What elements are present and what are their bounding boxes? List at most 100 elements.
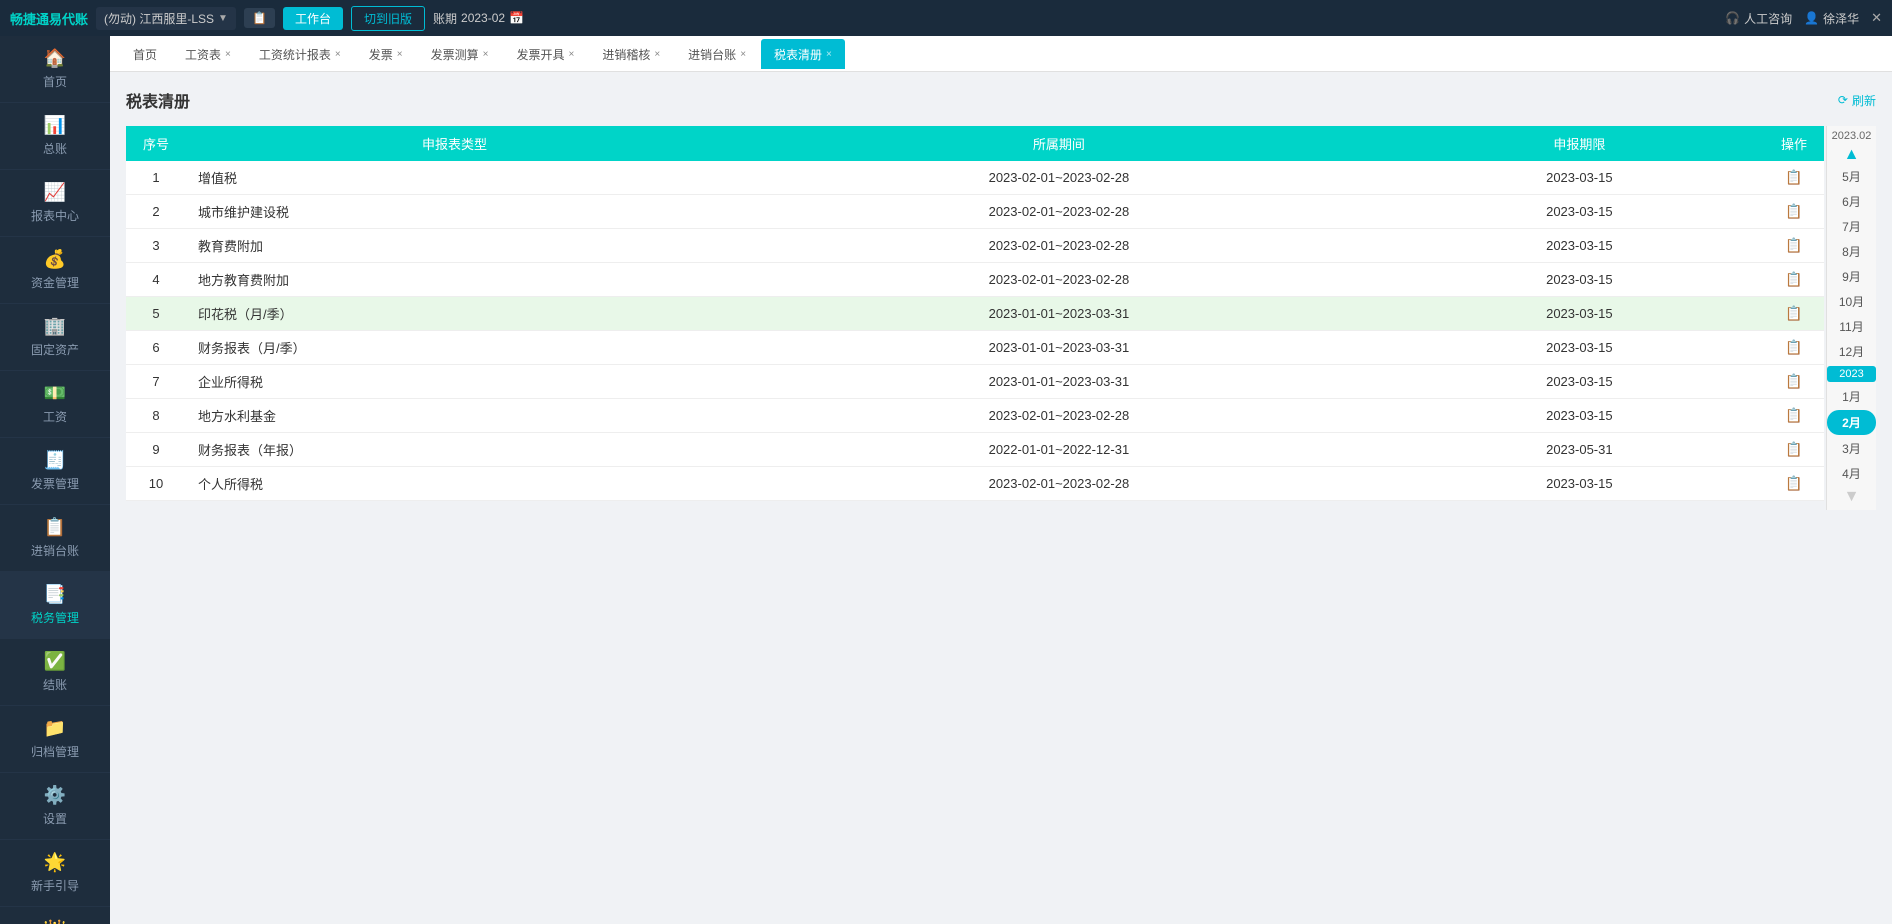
sidebar-icon-13: 👑	[44, 919, 66, 924]
row-action[interactable]: 📋	[1764, 433, 1824, 467]
row-action[interactable]: 📋	[1764, 365, 1824, 399]
row-period: 2023-01-01~2023-03-31	[723, 331, 1395, 365]
col-header-4: 操作	[1764, 126, 1824, 161]
sidebar-label-6: 发票管理	[31, 475, 79, 492]
sidebar-label-9: 结账	[43, 676, 67, 693]
row-period: 2023-02-01~2023-02-28	[723, 399, 1395, 433]
sidebar-item-税务管理[interactable]: 📑 税务管理	[0, 572, 110, 639]
date-panel-month-2023[interactable]: 3月	[1827, 436, 1876, 461]
row-index: 10	[126, 467, 186, 501]
tab-工资表[interactable]: 工资表×	[172, 39, 244, 69]
date-panel-month-2023[interactable]: 2月	[1827, 410, 1876, 435]
tab-close-1[interactable]: ×	[225, 49, 231, 60]
headset-icon: 🎧	[1725, 11, 1740, 25]
tab-发票测算[interactable]: 发票测算 ×	[418, 39, 502, 69]
date-panel-month-2023[interactable]: 1月	[1827, 384, 1876, 409]
tab-close-8[interactable]: ×	[826, 49, 832, 60]
sidebar-item-畅会员[interactable]: 👑 畅会员	[0, 907, 110, 924]
row-period: 2023-02-01~2023-02-28	[723, 467, 1395, 501]
close-window-icon[interactable]: ✕	[1871, 10, 1882, 26]
switch-old-button[interactable]: 切到旧版	[351, 6, 425, 31]
date-panel-month[interactable]: 10月	[1827, 289, 1876, 314]
col-header-0: 序号	[126, 126, 186, 161]
sidebar-item-总账[interactable]: 📊 总账	[0, 103, 110, 170]
sidebar: 🏠 首页📊 总账📈 报表中心💰 资金管理🏢 固定资产💵 工资🧾 发票管理📋 进销…	[0, 36, 110, 924]
refresh-button[interactable]: ⟳ 刷新	[1838, 92, 1876, 109]
row-deadline: 2023-03-15	[1395, 365, 1764, 399]
tab-close-5[interactable]: ×	[568, 49, 574, 60]
date-panel-month[interactable]: 7月	[1827, 214, 1876, 239]
date-panel-month-2023[interactable]: 4月	[1827, 461, 1876, 486]
tab-close-3[interactable]: ×	[397, 49, 403, 60]
sidebar-item-工资[interactable]: 💵 工资	[0, 371, 110, 438]
tab-label-7: 进销台账	[688, 46, 736, 63]
sidebar-icon-0: 🏠	[44, 48, 66, 69]
top-bar: 畅捷通易代账 (勿动) 江西服里-LSS ▼ 📋 工作台 切到旧版 账期 202…	[0, 0, 1892, 36]
calendar-icon[interactable]: 📅	[509, 11, 524, 25]
row-action[interactable]: 📋	[1764, 263, 1824, 297]
tab-工资统计报表[interactable]: 工资统计报表×	[246, 39, 354, 69]
user-menu[interactable]: 👤 徐泽华	[1804, 10, 1859, 27]
date-panel-month[interactable]: 9月	[1827, 264, 1876, 289]
row-deadline: 2023-03-15	[1395, 229, 1764, 263]
row-action[interactable]: 📋	[1764, 331, 1824, 365]
tab-close-7[interactable]: ×	[740, 49, 746, 60]
row-action[interactable]: 📋	[1764, 195, 1824, 229]
tab-进销台账[interactable]: 进销台账 ×	[675, 39, 759, 69]
row-type: 印花税（月/季）	[186, 297, 723, 331]
copy-icon-btn[interactable]: 📋	[244, 8, 275, 28]
sidebar-item-报表中心[interactable]: 📈 报表中心	[0, 170, 110, 237]
date-panel-year-2023[interactable]: 2023	[1827, 366, 1876, 382]
sidebar-label-1: 总账	[43, 140, 67, 157]
tab-label-4: 发票测算	[431, 46, 479, 63]
sidebar-item-进销台账[interactable]: 📋 进销台账	[0, 505, 110, 572]
row-type: 增值税	[186, 161, 723, 195]
date-panel-month[interactable]: 11月	[1827, 314, 1876, 339]
row-deadline: 2023-03-15	[1395, 161, 1764, 195]
workbench-button[interactable]: 工作台	[283, 7, 343, 30]
sidebar-icon-6: 🧾	[44, 450, 66, 471]
sidebar-icon-4: 🏢	[44, 316, 66, 337]
table-row: 9财务报表（年报）2022-01-01~2022-12-312023-05-31…	[126, 433, 1824, 467]
tab-close-6[interactable]: ×	[654, 49, 660, 60]
row-action[interactable]: 📋	[1764, 297, 1824, 331]
row-deadline: 2023-03-15	[1395, 297, 1764, 331]
tab-税表清册[interactable]: 税表清册×	[761, 39, 845, 69]
sidebar-item-结账[interactable]: ✅ 结账	[0, 639, 110, 706]
row-action[interactable]: 📋	[1764, 229, 1824, 263]
row-action[interactable]: 📋	[1764, 467, 1824, 501]
top-bar-right: 🎧 人工咨询 👤 徐泽华 ✕	[1725, 10, 1882, 27]
sidebar-item-资金管理[interactable]: 💰 资金管理	[0, 237, 110, 304]
sidebar-item-新手引导[interactable]: 🌟 新手引导	[0, 840, 110, 907]
date-panel-month[interactable]: 8月	[1827, 239, 1876, 264]
table-row: 1增值税2023-02-01~2023-02-282023-03-15📋	[126, 161, 1824, 195]
tab-首页[interactable]: 首页	[120, 39, 170, 69]
date-panel-month[interactable]: 12月	[1827, 339, 1876, 364]
sidebar-item-首页[interactable]: 🏠 首页	[0, 36, 110, 103]
date-panel-down-arrow[interactable]: ▼	[1844, 488, 1860, 506]
table-row: 3教育费附加2023-02-01~2023-02-282023-03-15📋	[126, 229, 1824, 263]
sidebar-item-固定资产[interactable]: 🏢 固定资产	[0, 304, 110, 371]
sidebar-item-归档管理[interactable]: 📁 归档管理	[0, 706, 110, 773]
tab-close-4[interactable]: ×	[483, 49, 489, 60]
date-panel-up-arrow[interactable]: ▲	[1844, 146, 1860, 164]
sidebar-label-8: 税务管理	[31, 609, 79, 626]
avatar-icon: 👤	[1804, 11, 1819, 25]
tab-进销稽核[interactable]: 进销稽核×	[589, 39, 673, 69]
row-action[interactable]: 📋	[1764, 161, 1824, 195]
sidebar-icon-5: 💵	[44, 383, 66, 404]
date-panel-month[interactable]: 5月	[1827, 164, 1876, 189]
sidebar-item-发票管理[interactable]: 🧾 发票管理	[0, 438, 110, 505]
company-selector[interactable]: (勿动) 江西服里-LSS ▼	[96, 7, 236, 30]
page-header: 税表清册 ⟳ 刷新	[126, 88, 1876, 112]
sidebar-item-设置[interactable]: ⚙️ 设置	[0, 773, 110, 840]
date-panel-month[interactable]: 6月	[1827, 189, 1876, 214]
tab-发票[interactable]: 发票×	[356, 39, 416, 69]
app-logo: 畅捷通易代账	[10, 9, 88, 28]
row-action[interactable]: 📋	[1764, 399, 1824, 433]
tab-close-2[interactable]: ×	[335, 49, 341, 60]
tab-发票开具[interactable]: 发票开具×	[503, 39, 587, 69]
table-row: 2城市维护建设税2023-02-01~2023-02-282023-03-15📋	[126, 195, 1824, 229]
row-period: 2023-02-01~2023-02-28	[723, 229, 1395, 263]
human-consult[interactable]: 🎧 人工咨询	[1725, 10, 1792, 27]
